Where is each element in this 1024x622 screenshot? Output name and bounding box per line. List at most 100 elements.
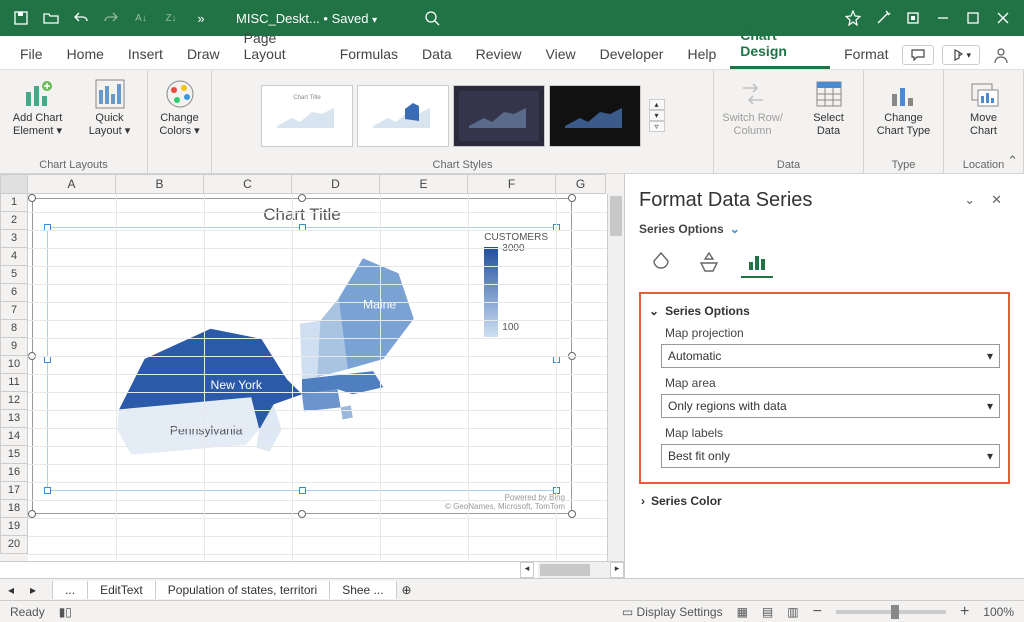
tab-formulas[interactable]: Formulas (330, 39, 408, 69)
open-icon[interactable] (36, 3, 66, 33)
row-header[interactable]: 2 (0, 212, 28, 230)
series-options-header[interactable]: ⌄Series Options (649, 304, 1000, 318)
account-icon[interactable] (988, 46, 1014, 64)
col-header[interactable]: F (468, 174, 556, 194)
chart-style-2[interactable] (357, 85, 449, 147)
sheet-nav-prev[interactable]: ◂ (0, 583, 22, 597)
overflow-icon[interactable]: » (186, 3, 216, 33)
zoom-level[interactable]: 100% (983, 605, 1014, 619)
macro-record-icon[interactable]: ▮▯ (59, 605, 72, 619)
tab-developer[interactable]: Developer (590, 39, 674, 69)
gallery-expand[interactable]: ▿ (649, 121, 665, 132)
display-settings-button[interactable]: ▭ Display Settings (622, 605, 723, 619)
col-header[interactable]: B (116, 174, 204, 194)
minimize-button[interactable] (928, 3, 958, 33)
row-header[interactable]: 4 (0, 248, 28, 266)
scroll-left-icon[interactable]: ◂ (520, 562, 534, 578)
tab-format[interactable]: Format (834, 39, 898, 69)
view-normal-icon[interactable]: ▦ (737, 605, 748, 619)
pane-subtitle[interactable]: Series Options ⌄ (639, 222, 1010, 236)
pane-close-icon[interactable]: ✕ (983, 188, 1010, 212)
sheet-tab[interactable]: EditText (88, 581, 156, 599)
row-header[interactable]: 15 (0, 446, 28, 464)
change-colors-button[interactable]: Change Colors ▾ (152, 74, 208, 138)
series-options-tab-icon[interactable] (741, 246, 773, 278)
view-page-break-icon[interactable]: ▥ (787, 605, 798, 619)
share-button[interactable]: ▾ (942, 45, 980, 65)
tab-view[interactable]: View (536, 39, 586, 69)
horizontal-scrollbar[interactable] (538, 562, 610, 578)
col-header[interactable]: C (204, 174, 292, 194)
row-header[interactable]: 18 (0, 500, 28, 518)
row-header[interactable]: 12 (0, 392, 28, 410)
save-icon[interactable] (6, 3, 36, 33)
scroll-right-icon[interactable]: ▸ (610, 562, 624, 578)
chart-style-3[interactable] (453, 85, 545, 147)
search-icon[interactable] (417, 3, 447, 33)
tab-draw[interactable]: Draw (177, 39, 230, 69)
wand-icon[interactable] (868, 3, 898, 33)
sort-desc-icon[interactable]: Z↓ (156, 3, 186, 33)
sheet-nav-next[interactable]: ▸ (22, 583, 44, 597)
add-sheet-button[interactable]: ⊕ (397, 583, 417, 597)
row-header[interactable]: 6 (0, 284, 28, 302)
tab-review[interactable]: Review (466, 39, 532, 69)
tab-chart-design[interactable]: Chart Design (730, 20, 830, 69)
map-projection-select[interactable]: Automatic▾ (661, 344, 1000, 368)
row-header[interactable]: 17 (0, 482, 28, 500)
quick-layout-button[interactable]: Quick Layout ▾ (78, 74, 142, 138)
comments-button[interactable] (902, 45, 934, 65)
col-header[interactable]: G (556, 174, 606, 194)
redo-icon[interactable] (96, 3, 126, 33)
undo-icon[interactable] (66, 3, 96, 33)
fill-line-tab-icon[interactable] (645, 246, 677, 278)
chart-style-4[interactable] (549, 85, 641, 147)
zoom-in-button[interactable]: + (960, 603, 969, 621)
gallery-scroll-up[interactable]: ▴ (649, 99, 665, 110)
chart-style-1[interactable]: Chart Title (261, 85, 353, 147)
collapse-ribbon-icon[interactable]: ⌃ (1007, 153, 1018, 169)
window-mode-icon[interactable] (898, 3, 928, 33)
select-data-button[interactable]: Select Data (797, 74, 861, 138)
tab-page-layout[interactable]: Page Layout (234, 23, 326, 69)
row-header[interactable]: 8 (0, 320, 28, 338)
zoom-slider[interactable] (836, 610, 946, 614)
map-area-select[interactable]: Only regions with data▾ (661, 394, 1000, 418)
tab-insert[interactable]: Insert (118, 39, 173, 69)
premium-icon[interactable] (838, 3, 868, 33)
row-header[interactable]: 5 (0, 266, 28, 284)
pane-collapse-icon[interactable]: ⌄ (956, 188, 983, 212)
row-header[interactable]: 16 (0, 464, 28, 482)
move-chart-button[interactable]: Move Chart (949, 74, 1019, 138)
close-button[interactable] (988, 3, 1018, 33)
col-header[interactable]: D (292, 174, 380, 194)
gallery-scroll-down[interactable]: ▾ (649, 110, 665, 121)
sheet-tab[interactable]: Shee ... (330, 581, 396, 599)
sheet-tab[interactable]: ... (52, 581, 88, 599)
tab-help[interactable]: Help (677, 39, 726, 69)
tab-data[interactable]: Data (412, 39, 462, 69)
vertical-scrollbar[interactable] (607, 194, 624, 561)
row-header[interactable]: 10 (0, 356, 28, 374)
row-header[interactable]: 19 (0, 518, 28, 536)
maximize-button[interactable] (958, 3, 988, 33)
effects-tab-icon[interactable] (693, 246, 725, 278)
row-header[interactable]: 14 (0, 428, 28, 446)
col-header[interactable]: A (28, 174, 116, 194)
row-header[interactable]: 13 (0, 410, 28, 428)
select-all-cell[interactable] (0, 174, 28, 194)
col-header[interactable]: E (380, 174, 468, 194)
row-header[interactable]: 7 (0, 302, 28, 320)
sheet-tab[interactable]: Population of states, territori (156, 581, 330, 599)
series-color-header[interactable]: ›Series Color (639, 494, 1010, 508)
change-chart-type-button[interactable]: Change Chart Type (869, 74, 939, 138)
add-chart-element-button[interactable]: Add Chart Element ▾ (6, 74, 70, 138)
map-labels-select[interactable]: Best fit only▾ (661, 444, 1000, 468)
row-header[interactable]: 1 (0, 194, 28, 212)
zoom-out-button[interactable]: − (813, 603, 822, 621)
sort-asc-icon[interactable]: A↓ (126, 3, 156, 33)
tab-home[interactable]: Home (57, 39, 114, 69)
row-header[interactable]: 3 (0, 230, 28, 248)
view-page-layout-icon[interactable]: ▤ (762, 605, 773, 619)
row-header[interactable]: 11 (0, 374, 28, 392)
